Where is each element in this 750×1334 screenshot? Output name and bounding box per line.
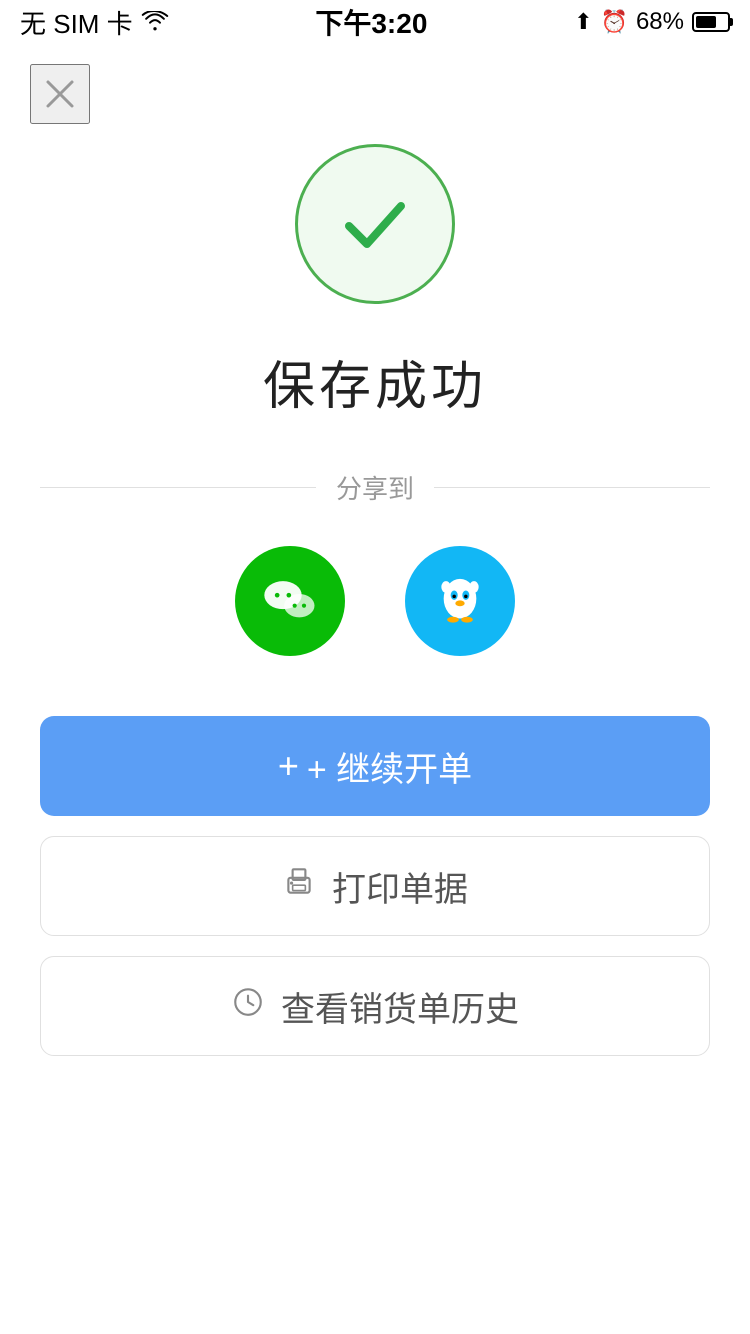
history-button[interactable]: 查看销货单历史: [40, 956, 710, 1056]
status-time: 下午3:20: [315, 2, 427, 42]
location-icon: ⬆: [574, 9, 592, 35]
share-icons-row: [235, 546, 515, 656]
wifi-icon: [141, 7, 169, 38]
print-button[interactable]: 打印单据: [40, 836, 710, 936]
close-button[interactable]: [30, 64, 90, 124]
alarm-icon: ⏰: [601, 9, 628, 35]
no-sim-label: 无 SIM 卡: [20, 4, 133, 41]
battery-icon: [692, 12, 730, 32]
page-content: 保存成功 分享到: [0, 44, 750, 1334]
status-right: ⬆ ⏰ 68%: [574, 8, 730, 36]
battery-percent: 68%: [636, 8, 684, 36]
status-bar: 无 SIM 卡 下午3:20 ⬆ ⏰ 68%: [0, 0, 750, 44]
history-label: 查看销货单历史: [281, 982, 519, 1031]
continue-button[interactable]: + + 继续开单: [40, 716, 710, 816]
print-icon: [282, 865, 316, 908]
wechat-icon: [255, 566, 325, 636]
qq-share-button[interactable]: [405, 546, 515, 656]
action-buttons: + + 继续开单 打印单据 查看销货单历史: [40, 716, 710, 1056]
success-circle: [295, 144, 455, 304]
share-label: 分享到: [336, 469, 414, 506]
continue-label: + 继续开单: [307, 742, 472, 791]
success-title: 保存成功: [263, 344, 487, 419]
wechat-share-button[interactable]: [235, 546, 345, 656]
continue-plus-icon: +: [278, 745, 299, 787]
status-left: 无 SIM 卡: [20, 4, 169, 41]
qq-icon: [425, 566, 495, 636]
history-icon: [231, 985, 265, 1028]
share-divider: 分享到: [40, 469, 710, 506]
checkmark-icon: [335, 184, 415, 264]
print-label: 打印单据: [332, 862, 468, 911]
